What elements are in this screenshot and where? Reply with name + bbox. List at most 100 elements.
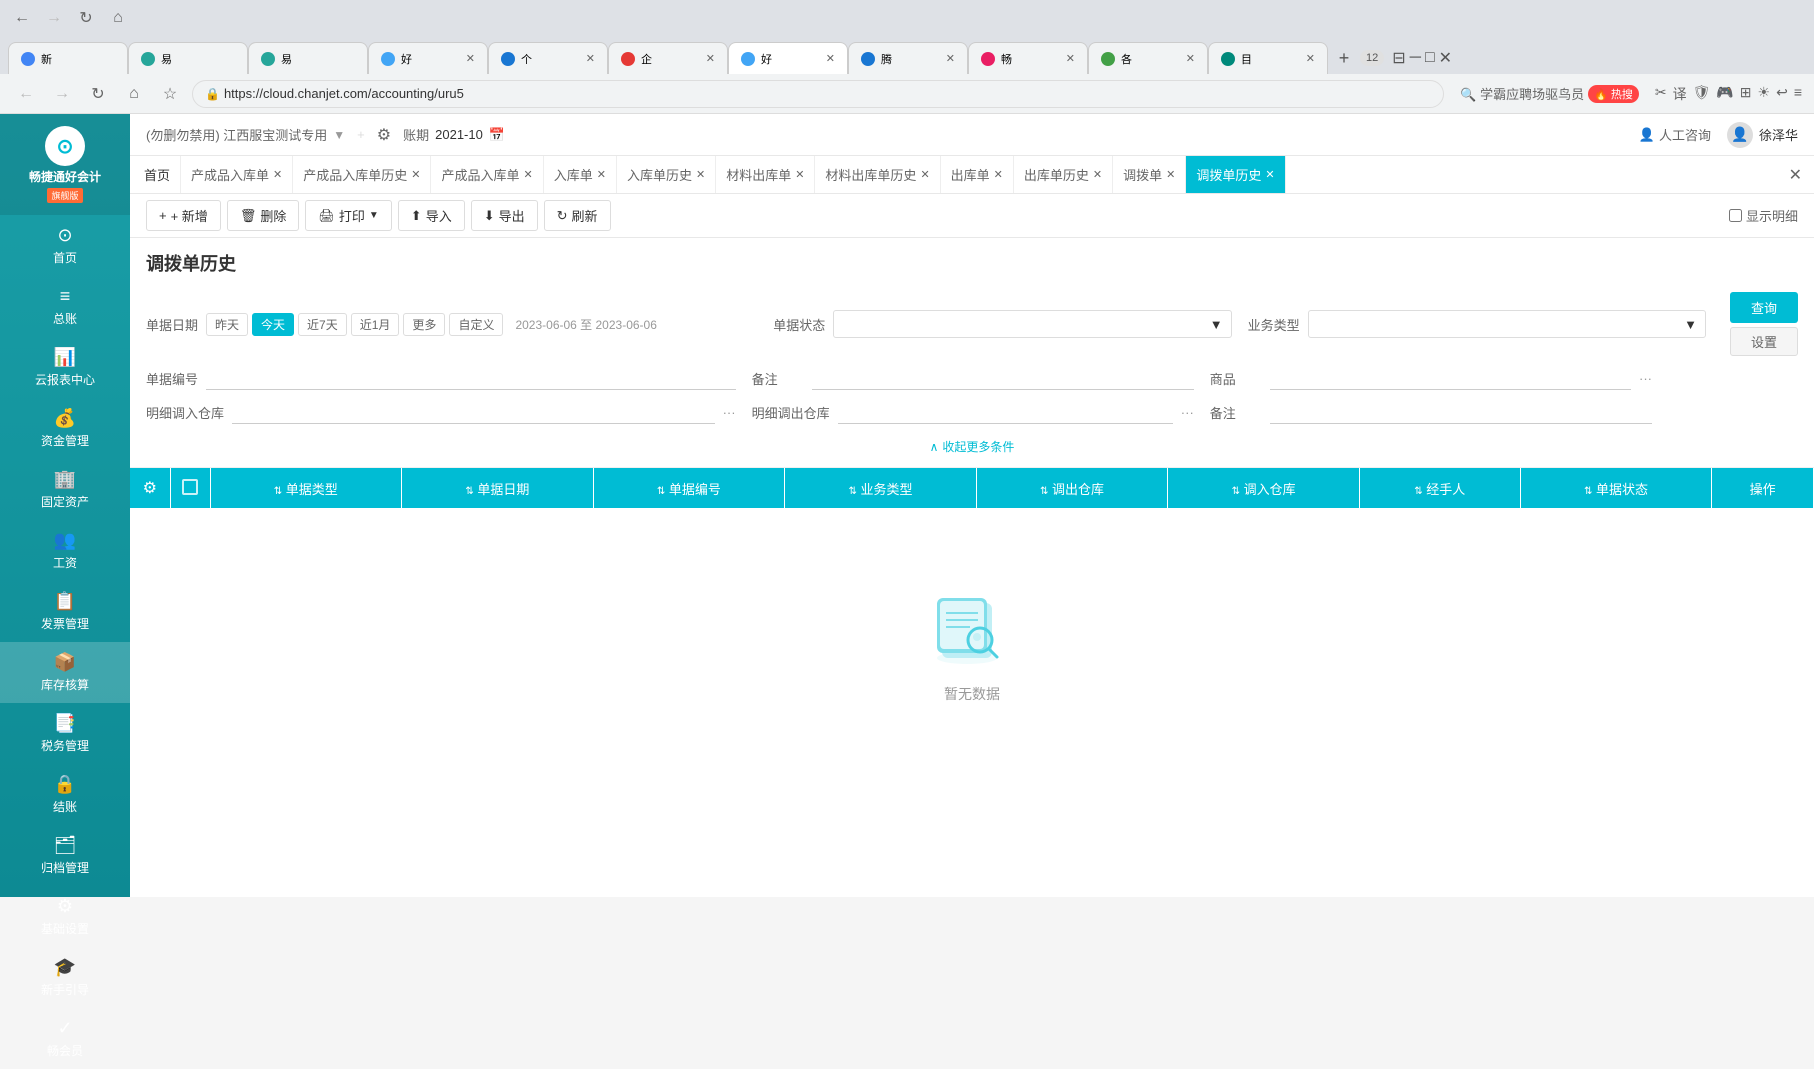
query-button[interactable]: 查询 bbox=[1730, 292, 1798, 323]
refresh-btn[interactable]: ↻ bbox=[84, 80, 112, 108]
sidebar-item-finance[interactable]: 💰 资金管理 bbox=[0, 398, 130, 459]
tab-close-icon[interactable]: ✕ bbox=[1186, 52, 1195, 65]
home-button[interactable]: ⌂ bbox=[104, 4, 132, 32]
sidebar-item-inventory[interactable]: 📦 库存核算 bbox=[0, 642, 130, 703]
tab-material-outbound-history[interactable]: 材料出库单历史 ✕ bbox=[815, 156, 940, 194]
new-button[interactable]: + + 新增 bbox=[146, 200, 221, 231]
date-btn-today[interactable]: 今天 bbox=[252, 313, 294, 336]
reload-button[interactable]: ↻ bbox=[72, 4, 100, 32]
tab-inbound[interactable]: 入库单 ✕ bbox=[544, 156, 617, 194]
browser-tab-10[interactable]: 各 ✕ bbox=[1088, 42, 1208, 74]
browser-tab-8[interactable]: 腾 ✕ bbox=[848, 42, 968, 74]
tab-material-outbound[interactable]: 材料出库单 ✕ bbox=[716, 156, 815, 194]
col-inbound-wh[interactable]: ⇅ 调入仓库 bbox=[1168, 468, 1360, 508]
show-detail-checkbox[interactable] bbox=[1729, 209, 1742, 222]
tab-product-inbound2[interactable]: 产成品入库单 ✕ bbox=[431, 156, 543, 194]
status-select[interactable]: ▼ bbox=[833, 310, 1231, 338]
select-all-checkbox[interactable] bbox=[182, 479, 198, 495]
goods-more-icon[interactable]: ··· bbox=[1639, 371, 1652, 386]
tab-close-icon[interactable]: ✕ bbox=[273, 168, 282, 181]
sidebar-item-guide[interactable]: 🎓 新手引导 bbox=[0, 947, 130, 1008]
biztype-select[interactable]: ▼ bbox=[1308, 310, 1706, 338]
tab-outbound-history[interactable]: 出库单历史 ✕ bbox=[1014, 156, 1113, 194]
tab-close-icon[interactable]: ✕ bbox=[994, 168, 1003, 181]
user-info[interactable]: 👤 徐泽华 bbox=[1727, 122, 1798, 148]
setting-button[interactable]: 设置 bbox=[1730, 327, 1798, 356]
close-window-button[interactable]: ✕ bbox=[1439, 48, 1452, 68]
tab-transfer-history[interactable]: 调拨单历史 ✕ bbox=[1186, 156, 1285, 194]
tab-close-icon[interactable]: ✕ bbox=[1306, 52, 1315, 65]
browser-tab-4[interactable]: 好 ✕ bbox=[368, 42, 488, 74]
date-btn-custom[interactable]: 自定义 bbox=[449, 313, 503, 336]
col-checkbox[interactable] bbox=[170, 468, 210, 508]
tab-close-icon[interactable]: ✕ bbox=[1166, 168, 1175, 181]
forward-button[interactable]: → bbox=[40, 4, 68, 32]
sidebar-item-reports[interactable]: 📊 云报表中心 bbox=[0, 337, 130, 398]
close-tab-panel-icon[interactable]: ✕ bbox=[1789, 165, 1810, 185]
tab-close-icon[interactable]: ✕ bbox=[826, 52, 835, 65]
tab-close-icon[interactable]: ✕ bbox=[586, 52, 595, 65]
docnum-input[interactable] bbox=[206, 366, 736, 390]
back-button[interactable]: ← bbox=[8, 4, 36, 32]
tab-close-icon[interactable]: ✕ bbox=[597, 168, 606, 181]
tab-transfer[interactable]: 调拨单 ✕ bbox=[1113, 156, 1186, 194]
goods-input[interactable] bbox=[1270, 366, 1631, 390]
browser-tab-5[interactable]: 个 ✕ bbox=[488, 42, 608, 74]
tab-outbound[interactable]: 出库单 ✕ bbox=[941, 156, 1014, 194]
tab-product-inbound[interactable]: 产成品入库单 ✕ bbox=[181, 156, 293, 194]
refresh-button[interactable]: ↻ 刷新 bbox=[544, 200, 611, 231]
undo-icon[interactable]: ↩ bbox=[1776, 84, 1788, 104]
sidebar-item-member[interactable]: ✓ 畅会员 bbox=[0, 1008, 130, 1069]
sidebar-item-payroll[interactable]: 👥 工资 bbox=[0, 520, 130, 581]
grid-icon[interactable]: ⊞ bbox=[1740, 84, 1752, 104]
export-button[interactable]: ⬇ 导出 bbox=[471, 200, 538, 231]
back-btn[interactable]: ← bbox=[12, 80, 40, 108]
fwd-btn[interactable]: → bbox=[48, 80, 76, 108]
col-handler[interactable]: ⇅ 经手人 bbox=[1359, 468, 1520, 508]
maximize-button[interactable]: □ bbox=[1425, 49, 1435, 67]
browser-tab-3[interactable]: 易 bbox=[248, 42, 368, 74]
sidebar-item-closing[interactable]: 🔒 结账 bbox=[0, 764, 130, 825]
calendar-icon[interactable]: 📅 bbox=[489, 127, 505, 143]
sidebar-item-fixed-assets[interactable]: 🏢 固定资产 bbox=[0, 459, 130, 520]
new-tab-button[interactable]: + bbox=[1332, 46, 1356, 70]
tab-close-icon[interactable]: ✕ bbox=[696, 168, 705, 181]
note-input[interactable] bbox=[1270, 400, 1652, 424]
col-biz-type[interactable]: ⇅ 业务类型 bbox=[785, 468, 977, 508]
show-detail-label[interactable]: 显示明细 bbox=[1729, 206, 1798, 225]
tab-close-icon[interactable]: ✕ bbox=[466, 52, 475, 65]
date-btn-yesterday[interactable]: 昨天 bbox=[206, 313, 248, 336]
brightness-icon[interactable]: ☀ bbox=[1758, 84, 1771, 104]
remark-input[interactable] bbox=[812, 366, 1194, 390]
tab-close-icon[interactable]: ✕ bbox=[1093, 168, 1102, 181]
tab-close-icon[interactable]: ✕ bbox=[946, 52, 955, 65]
sidebar-item-settings[interactable]: ⚙ 基础设置 bbox=[0, 886, 130, 947]
collapse-button[interactable]: ∧ 收起更多条件 bbox=[146, 434, 1798, 459]
detail-inbound-more-icon[interactable]: ··· bbox=[723, 405, 736, 420]
sidebar-item-tax[interactable]: 📑 税务管理 bbox=[0, 703, 130, 764]
sidebar-item-invoice[interactable]: 📋 发票管理 bbox=[0, 581, 130, 642]
tab-product-inbound-history[interactable]: 产成品入库单历史 ✕ bbox=[293, 156, 431, 194]
detail-inbound-input[interactable] bbox=[232, 400, 715, 424]
tab-count-badge[interactable]: 12 bbox=[1360, 50, 1384, 66]
browser-tab-9[interactable]: 畅 ✕ bbox=[968, 42, 1088, 74]
company-selector[interactable]: (勿删勿禁用) 江西服宝测试专用 ▼ bbox=[146, 125, 345, 144]
translate-icon[interactable]: 译 bbox=[1673, 84, 1687, 104]
minimize-button[interactable]: ─ bbox=[1410, 49, 1421, 67]
tab-close-icon[interactable]: ✕ bbox=[1265, 168, 1274, 181]
game-icon[interactable]: 🎮 bbox=[1716, 84, 1733, 104]
col-doc-status[interactable]: ⇅ 单据状态 bbox=[1520, 468, 1712, 508]
tab-close-icon[interactable]: ✕ bbox=[524, 168, 533, 181]
tab-close-icon[interactable]: ✕ bbox=[795, 168, 804, 181]
sidebar-item-home[interactable]: ⊙ 首页 bbox=[0, 215, 130, 276]
col-doc-number[interactable]: ⇅ 单据编号 bbox=[593, 468, 785, 508]
tab-close-icon[interactable]: ✕ bbox=[1066, 52, 1075, 65]
tab-close-icon[interactable]: ✕ bbox=[706, 52, 715, 65]
print-button[interactable]: 🖨 打印 ▼ bbox=[305, 200, 391, 231]
browser-tab-1[interactable]: 新 bbox=[8, 42, 128, 74]
browser-tab-2[interactable]: 易 bbox=[128, 42, 248, 74]
delete-button[interactable]: 🗑 删除 bbox=[227, 200, 300, 231]
service-button[interactable]: 👤 人工咨询 bbox=[1639, 125, 1711, 144]
tab-home[interactable]: 首页 bbox=[134, 156, 181, 194]
import-button[interactable]: ⬆ 导入 bbox=[398, 200, 465, 231]
